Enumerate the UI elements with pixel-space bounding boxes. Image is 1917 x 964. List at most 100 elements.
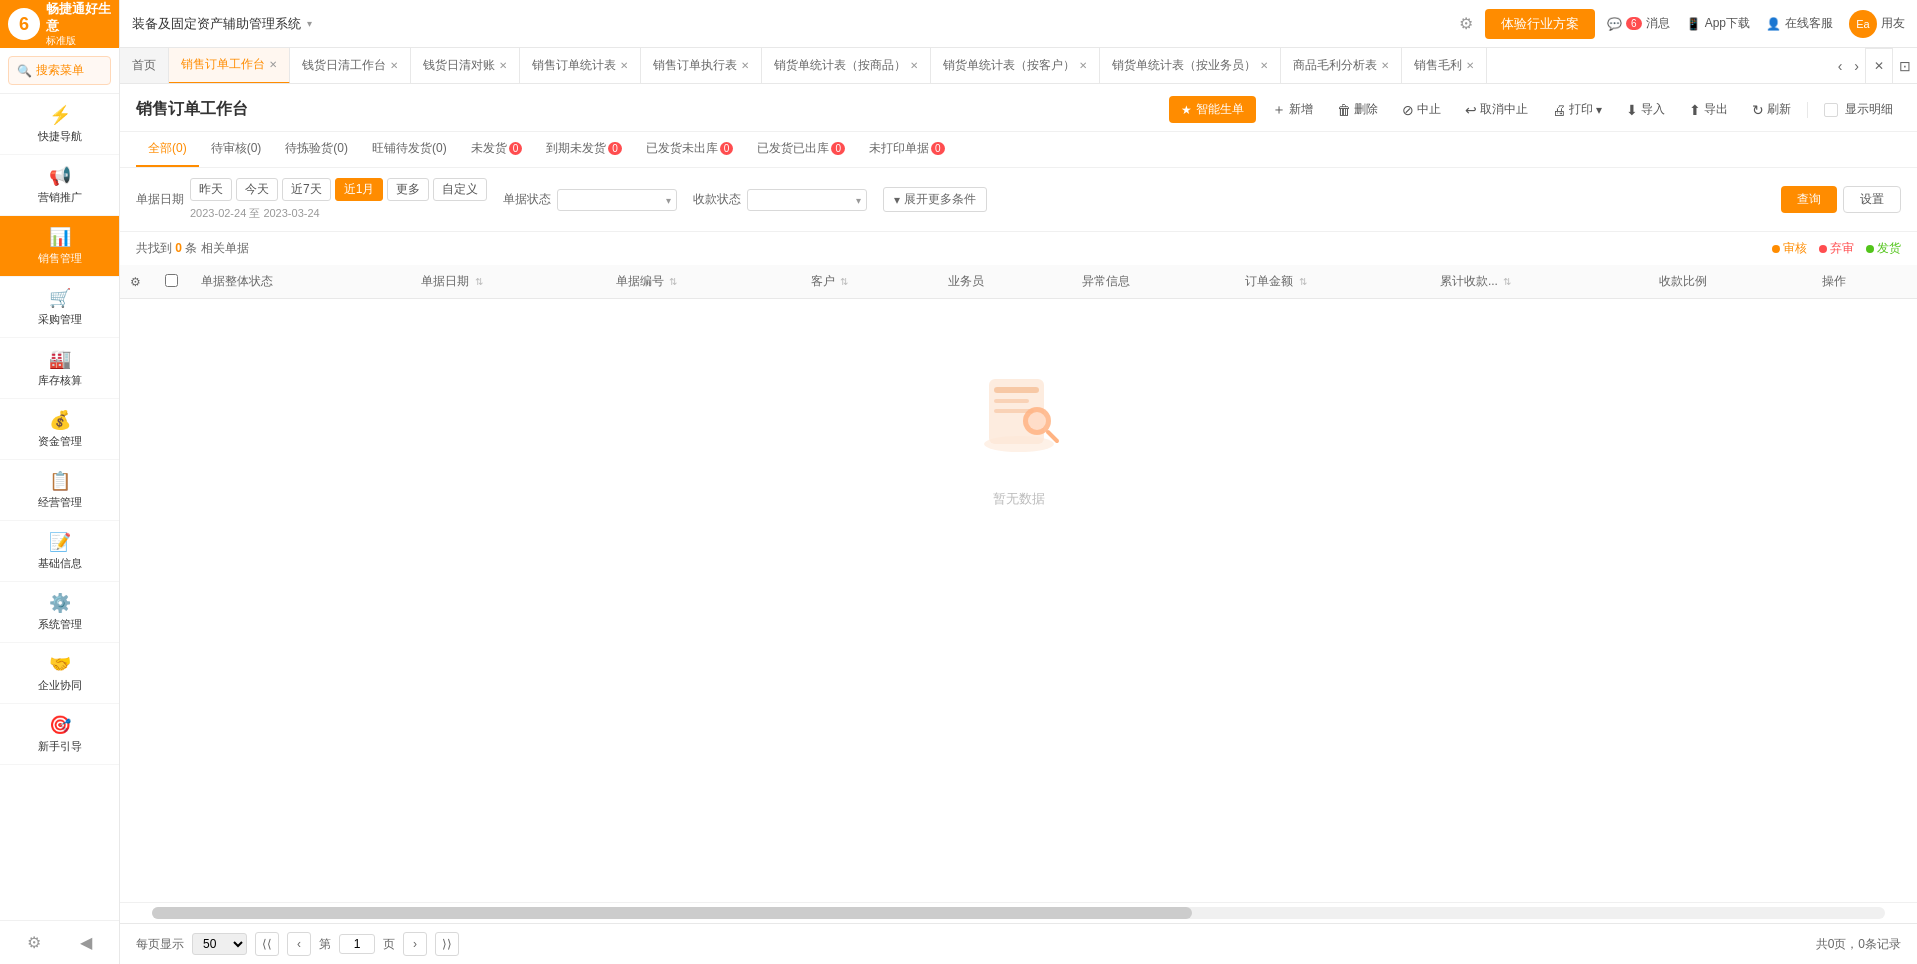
- sidebar-item-marketing[interactable]: 📢 营销推广: [0, 155, 119, 216]
- date-btn-yesterday[interactable]: 昨天: [190, 178, 232, 201]
- sidebar-nav: ⚡ 快捷导航 📢 营销推广 📊 销售管理 🛒 采购管理 🏭 库存核算 💰 资金管…: [0, 94, 119, 920]
- sidebar-item-enterprise[interactable]: 🤝 企业协同: [0, 643, 119, 704]
- sidebar-item-basic[interactable]: 📝 基础信息: [0, 521, 119, 582]
- next-page-button[interactable]: ›: [403, 932, 427, 956]
- tab-sales-exec[interactable]: 销售订单执行表 ✕: [641, 48, 762, 84]
- date-btn-7days[interactable]: 近7天: [282, 178, 331, 201]
- sidebar-item-label: 基础信息: [38, 556, 82, 571]
- select-all-checkbox[interactable]: [165, 274, 178, 287]
- tab-close-icon[interactable]: ✕: [1260, 60, 1268, 71]
- tab-close-icon[interactable]: ✕: [390, 60, 398, 71]
- review-button[interactable]: 审核: [1772, 240, 1807, 257]
- sub-tab-unshipped[interactable]: 未发货0: [459, 132, 535, 167]
- import-icon: ⬇: [1626, 102, 1638, 118]
- tab-close-icon[interactable]: ✕: [1466, 60, 1474, 71]
- message-button[interactable]: 💬 6 消息: [1607, 15, 1670, 32]
- date-btn-more[interactable]: 更多: [387, 178, 429, 201]
- show-detail-checkbox[interactable]: 显示明细: [1816, 97, 1901, 122]
- tab-sales-staff[interactable]: 销货单统计表（按业务员） ✕: [1100, 48, 1281, 84]
- tab-expand-button[interactable]: ⊡: [1893, 48, 1917, 84]
- sidebar-item-inventory[interactable]: 🏭 库存核算: [0, 338, 119, 399]
- sidebar-item-purchase[interactable]: 🛒 采购管理: [0, 277, 119, 338]
- tab-sales-order-workbench[interactable]: 销售订单工作台 ✕: [169, 48, 290, 84]
- sidebar-item-quick-nav[interactable]: ⚡ 快捷导航: [0, 94, 119, 155]
- prev-page-button[interactable]: ‹: [287, 932, 311, 956]
- query-button[interactable]: 查询: [1781, 186, 1837, 213]
- sidebar-item-finance[interactable]: 💰 资金管理: [0, 399, 119, 460]
- tab-close-icon[interactable]: ✕: [910, 60, 918, 71]
- status-select[interactable]: [557, 189, 677, 211]
- date-btn-today[interactable]: 今天: [236, 178, 278, 201]
- date-btn-1month[interactable]: 近1月: [335, 178, 384, 201]
- cancel-stop-button[interactable]: ↩ 取消中止: [1457, 97, 1536, 122]
- tab-close-icon[interactable]: ✕: [620, 60, 628, 71]
- tab-sales-margin[interactable]: 销售毛利 ✕: [1402, 48, 1487, 84]
- refresh-button[interactable]: ↻ 刷新: [1744, 97, 1799, 122]
- tab-close-icon[interactable]: ✕: [1079, 60, 1087, 71]
- empty-illustration: [959, 359, 1079, 478]
- sub-tab-unprinted[interactable]: 未打印单据0: [857, 132, 957, 167]
- app-download-button[interactable]: 📱 App下载: [1686, 15, 1750, 32]
- payment-select[interactable]: [747, 189, 867, 211]
- tab-close-icon[interactable]: ✕: [1381, 60, 1389, 71]
- th-number[interactable]: 单据编号 ⇅: [606, 265, 801, 299]
- user-menu-button[interactable]: Ea 用友: [1849, 10, 1905, 38]
- page-size-select[interactable]: 50 100: [192, 933, 247, 955]
- th-amount[interactable]: 订单金额 ⇅: [1235, 265, 1430, 299]
- collapse-button[interactable]: ◀: [76, 929, 96, 956]
- tab-margin-analysis[interactable]: 商品毛利分析表 ✕: [1281, 48, 1402, 84]
- search-menu-button[interactable]: 🔍 搜索菜单: [8, 56, 111, 85]
- sidebar-item-system[interactable]: ⚙️ 系统管理: [0, 582, 119, 643]
- expand-filter-button[interactable]: ▾ 展开更多条件: [883, 187, 987, 212]
- sub-tab-all[interactable]: 全部(0): [136, 132, 199, 167]
- first-page-button[interactable]: ⟨⟨: [255, 932, 279, 956]
- tab-close-icon[interactable]: ✕: [269, 59, 277, 70]
- delete-button[interactable]: 🗑 删除: [1329, 97, 1386, 122]
- tab-home[interactable]: 首页: [120, 48, 169, 84]
- settings-button[interactable]: ⚙: [23, 929, 45, 956]
- sub-tab-overdue-ship[interactable]: 到期未发货0: [534, 132, 634, 167]
- tab-close-all-button[interactable]: ✕: [1865, 48, 1893, 84]
- sidebar-item-guide[interactable]: 🎯 新手引导: [0, 704, 119, 765]
- cancel-review-button[interactable]: 弃审: [1819, 240, 1854, 257]
- smart-generate-button[interactable]: ★ 智能生单: [1169, 96, 1256, 123]
- sidebar-item-operations[interactable]: 📋 经营管理: [0, 460, 119, 521]
- import-button[interactable]: ⬇ 导入: [1618, 97, 1673, 122]
- service-icon: 👤: [1766, 17, 1781, 31]
- sub-tab-wangpu-ship[interactable]: 旺铺待发货(0): [360, 132, 459, 167]
- sub-tab-shipped-not-out[interactable]: 已发货未出库0: [634, 132, 746, 167]
- settings-icon[interactable]: ⚙: [130, 275, 141, 289]
- sub-tab-shipped-out[interactable]: 已发货已出库0: [745, 132, 857, 167]
- col-exception-label: 异常信息: [1082, 274, 1130, 288]
- tab-next-button[interactable]: ›: [1848, 48, 1865, 84]
- tab-label: 销货单统计表（按商品）: [774, 57, 906, 74]
- th-customer[interactable]: 客户 ⇅: [801, 265, 938, 299]
- tab-close-icon[interactable]: ✕: [499, 60, 507, 71]
- tab-sales-product[interactable]: 销货单统计表（按商品） ✕: [762, 48, 931, 84]
- search-menu-label: 搜索菜单: [36, 62, 84, 79]
- tab-close-icon[interactable]: ✕: [741, 60, 749, 71]
- add-button[interactable]: ＋ 新增: [1264, 97, 1321, 123]
- sidebar-item-sales[interactable]: 📊 销售管理: [0, 216, 119, 277]
- solution-button[interactable]: 体验行业方案: [1485, 9, 1595, 39]
- gear-icon[interactable]: ⚙: [1459, 14, 1473, 33]
- stop-button[interactable]: ⊘ 中止: [1394, 97, 1449, 122]
- tab-reconcile[interactable]: 钱货日清对账 ✕: [411, 48, 520, 84]
- tab-sales-customer[interactable]: 销货单统计表（按客户） ✕: [931, 48, 1100, 84]
- export-button[interactable]: ⬆ 导出: [1681, 97, 1736, 122]
- sub-tab-pending-inspect[interactable]: 待拣验货(0): [273, 132, 360, 167]
- last-page-button[interactable]: ⟩⟩: [435, 932, 459, 956]
- set-button[interactable]: 设置: [1843, 186, 1901, 213]
- th-date[interactable]: 单据日期 ⇅: [411, 265, 606, 299]
- online-service-button[interactable]: 👤 在线客服: [1766, 15, 1833, 32]
- tab-prev-button[interactable]: ‹: [1832, 48, 1849, 84]
- scrollbar[interactable]: [152, 907, 1885, 919]
- tab-cash-goods-daily[interactable]: 钱货日清工作台 ✕: [290, 48, 411, 84]
- ship-button[interactable]: 发货: [1866, 240, 1901, 257]
- th-received[interactable]: 累计收款... ⇅: [1430, 265, 1649, 299]
- sub-tab-pending-review[interactable]: 待审核(0): [199, 132, 274, 167]
- page-number-input[interactable]: [339, 934, 375, 954]
- date-btn-custom[interactable]: 自定义: [433, 178, 487, 201]
- print-button[interactable]: 🖨 打印 ▾: [1544, 97, 1610, 122]
- tab-sales-stats[interactable]: 销售订单统计表 ✕: [520, 48, 641, 84]
